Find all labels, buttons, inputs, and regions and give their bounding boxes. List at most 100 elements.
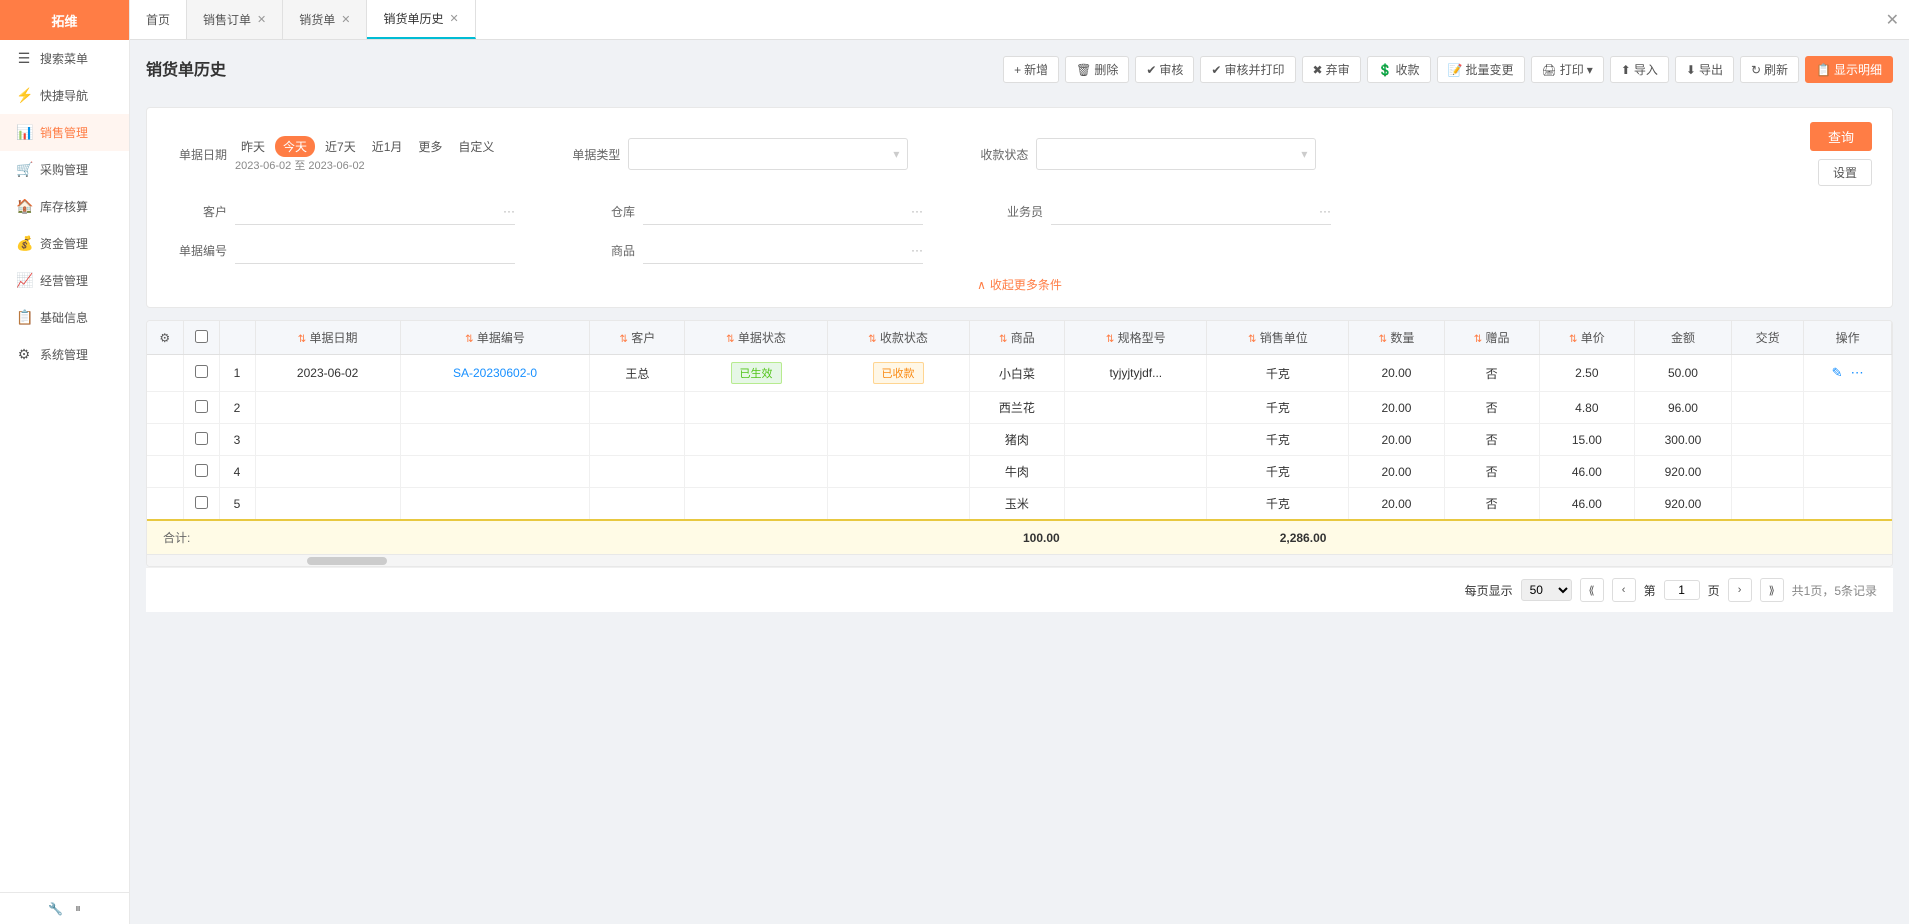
goods-dots[interactable]: ···: [911, 243, 923, 257]
td-actions: ✎ ⋯: [1804, 355, 1892, 392]
td-row-no: 3: [219, 424, 255, 456]
date-btn-7days[interactable]: 近7天: [319, 136, 362, 157]
warehouse-label: 仓库: [575, 203, 635, 220]
doc-no-input[interactable]: [235, 239, 515, 261]
th-unit[interactable]: ⇅ 销售单位: [1207, 321, 1349, 355]
customer-dots[interactable]: ···: [503, 204, 515, 218]
date-btn-more[interactable]: 更多: [412, 136, 448, 157]
tab-sales-history-close[interactable]: ✕: [450, 12, 459, 25]
sidebar-tools-icon[interactable]: 🔧: [48, 902, 63, 916]
horizontal-scrollbar[interactable]: [147, 554, 1892, 566]
next-page-btn[interactable]: ›: [1728, 578, 1752, 602]
show-detail-button[interactable]: 📋 显示明细: [1805, 56, 1893, 83]
row-checkbox[interactable]: [195, 432, 208, 445]
payment-status-input[interactable]: [1045, 143, 1301, 165]
sidebar-item-purchase-mgmt[interactable]: 🛒 采购管理: [0, 151, 129, 188]
th-spec[interactable]: ⇅ 规格型号: [1065, 321, 1207, 355]
sidebar-pause-icon[interactable]: ⏸: [75, 901, 81, 916]
filter-row-1: 单据日期 昨天 今天 近7天 近1月 更多 自定义 2023-06-02: [167, 122, 1872, 186]
row-checkbox[interactable]: [195, 496, 208, 509]
payment-status-badge: 已收款: [873, 362, 924, 384]
last-page-btn[interactable]: ⟫: [1760, 578, 1784, 602]
delete-button[interactable]: 🗑 删除: [1065, 56, 1129, 83]
td-checkbox[interactable]: [183, 392, 219, 424]
more-action-icon[interactable]: ⋯: [1851, 365, 1864, 381]
window-close-btn[interactable]: ✕: [1886, 10, 1899, 30]
date-btn-custom[interactable]: 自定义: [452, 136, 500, 157]
th-settings[interactable]: ⚙: [147, 321, 183, 355]
per-page-select[interactable]: 50 10 20 100: [1521, 579, 1572, 601]
th-gift[interactable]: ⇅ 赠品: [1444, 321, 1539, 355]
batch-change-button[interactable]: 📝 批量变更: [1437, 56, 1525, 83]
tab-home[interactable]: 首页: [130, 0, 187, 39]
refresh-button[interactable]: ↻ 刷新: [1740, 56, 1799, 83]
date-btn-1month[interactable]: 近1月: [366, 136, 409, 157]
warehouse-dots[interactable]: ···: [911, 204, 923, 218]
set-button[interactable]: 设置: [1818, 159, 1872, 186]
sidebar-item-label: 快捷导航: [40, 87, 88, 104]
td-row-no: 5: [219, 488, 255, 520]
sidebar-item-sales-mgmt[interactable]: 📊 销售管理: [0, 114, 129, 151]
date-label: 单据日期: [167, 146, 227, 163]
select-all-checkbox[interactable]: [195, 330, 208, 343]
salesperson-dots[interactable]: ···: [1319, 204, 1331, 218]
edit-action-icon[interactable]: ✎: [1832, 365, 1843, 381]
filter-collapse-btn[interactable]: ∧ 收起更多条件: [167, 276, 1872, 293]
sidebar-item-sys-mgmt[interactable]: ⚙ 系统管理: [0, 336, 129, 373]
scrollbar-thumb[interactable]: [307, 557, 387, 565]
sidebar-item-finance[interactable]: 💰 资金管理: [0, 225, 129, 262]
salesperson-input[interactable]: [1051, 200, 1317, 222]
row-checkbox[interactable]: [195, 400, 208, 413]
prev-page-btn[interactable]: ‹: [1612, 578, 1636, 602]
sidebar-item-basic-info[interactable]: 📋 基础信息: [0, 299, 129, 336]
tab-sales-goods[interactable]: 销货单 ✕: [283, 0, 367, 39]
th-doc-no[interactable]: ⇅ 单据编号: [400, 321, 590, 355]
td-customer: [590, 488, 685, 520]
th-checkbox[interactable]: [183, 321, 219, 355]
th-customer[interactable]: ⇅ 客户: [590, 321, 685, 355]
th-doc-date[interactable]: ⇅ 单据日期: [255, 321, 400, 355]
add-button[interactable]: + 新增: [1003, 56, 1059, 83]
td-checkbox[interactable]: [183, 424, 219, 456]
td-checkbox[interactable]: [183, 456, 219, 488]
td-doc-date: [255, 456, 400, 488]
th-goods[interactable]: ⇅ 商品: [969, 321, 1065, 355]
sidebar-item-quick-nav[interactable]: ⚡ 快捷导航: [0, 77, 129, 114]
sidebar-item-inventory[interactable]: 🏠 库存核算: [0, 188, 129, 225]
sidebar-item-ops-mgmt[interactable]: 📈 经营管理: [0, 262, 129, 299]
doc-type-input[interactable]: [637, 143, 893, 165]
tab-sales-order-label: 销售订单: [203, 11, 251, 28]
page-label-after: 页: [1708, 582, 1720, 599]
tab-sales-history[interactable]: 销货单历史 ✕: [367, 0, 475, 39]
collect-button[interactable]: 💲 收款: [1367, 56, 1431, 83]
tab-sales-order[interactable]: 销售订单 ✕: [187, 0, 283, 39]
date-btn-today[interactable]: 今天: [275, 136, 315, 157]
warehouse-input[interactable]: [643, 200, 909, 222]
td-checkbox[interactable]: [183, 488, 219, 520]
audit-print-button[interactable]: ✔ 审核并打印: [1200, 56, 1295, 83]
tab-sales-goods-close[interactable]: ✕: [341, 13, 350, 26]
date-btn-yesterday[interactable]: 昨天: [235, 136, 271, 157]
sidebar-item-search-menu[interactable]: ☰ 搜索菜单: [0, 40, 129, 77]
th-doc-status[interactable]: ⇅ 单据状态: [685, 321, 827, 355]
table-row: 3 猪肉 千克 20.00 否 15.00 300.00: [147, 424, 1892, 456]
abandon-button[interactable]: ✖ 弃审: [1302, 56, 1361, 83]
audit-button[interactable]: ✔ 审核: [1135, 56, 1194, 83]
th-payment-status[interactable]: ⇅ 收款状态: [827, 321, 969, 355]
th-unit-price[interactable]: ⇅ 单价: [1539, 321, 1634, 355]
tab-sales-order-close[interactable]: ✕: [257, 13, 266, 26]
sidebar-item-label: 销售管理: [40, 124, 88, 141]
page-number-input[interactable]: [1664, 580, 1700, 600]
td-checkbox[interactable]: [183, 355, 219, 392]
first-page-btn[interactable]: ⟪: [1580, 578, 1604, 602]
th-qty[interactable]: ⇅ 数量: [1349, 321, 1444, 355]
export-button[interactable]: ⬇ 导出: [1675, 56, 1734, 83]
query-button[interactable]: 查询: [1810, 122, 1872, 151]
row-checkbox[interactable]: [195, 365, 208, 378]
td-payment-status: [827, 392, 969, 424]
import-button[interactable]: ⬆ 导入: [1610, 56, 1669, 83]
goods-input[interactable]: [643, 239, 909, 261]
print-button[interactable]: 🖨 打印 ▾: [1531, 56, 1604, 83]
customer-input[interactable]: [235, 200, 501, 222]
row-checkbox[interactable]: [195, 464, 208, 477]
